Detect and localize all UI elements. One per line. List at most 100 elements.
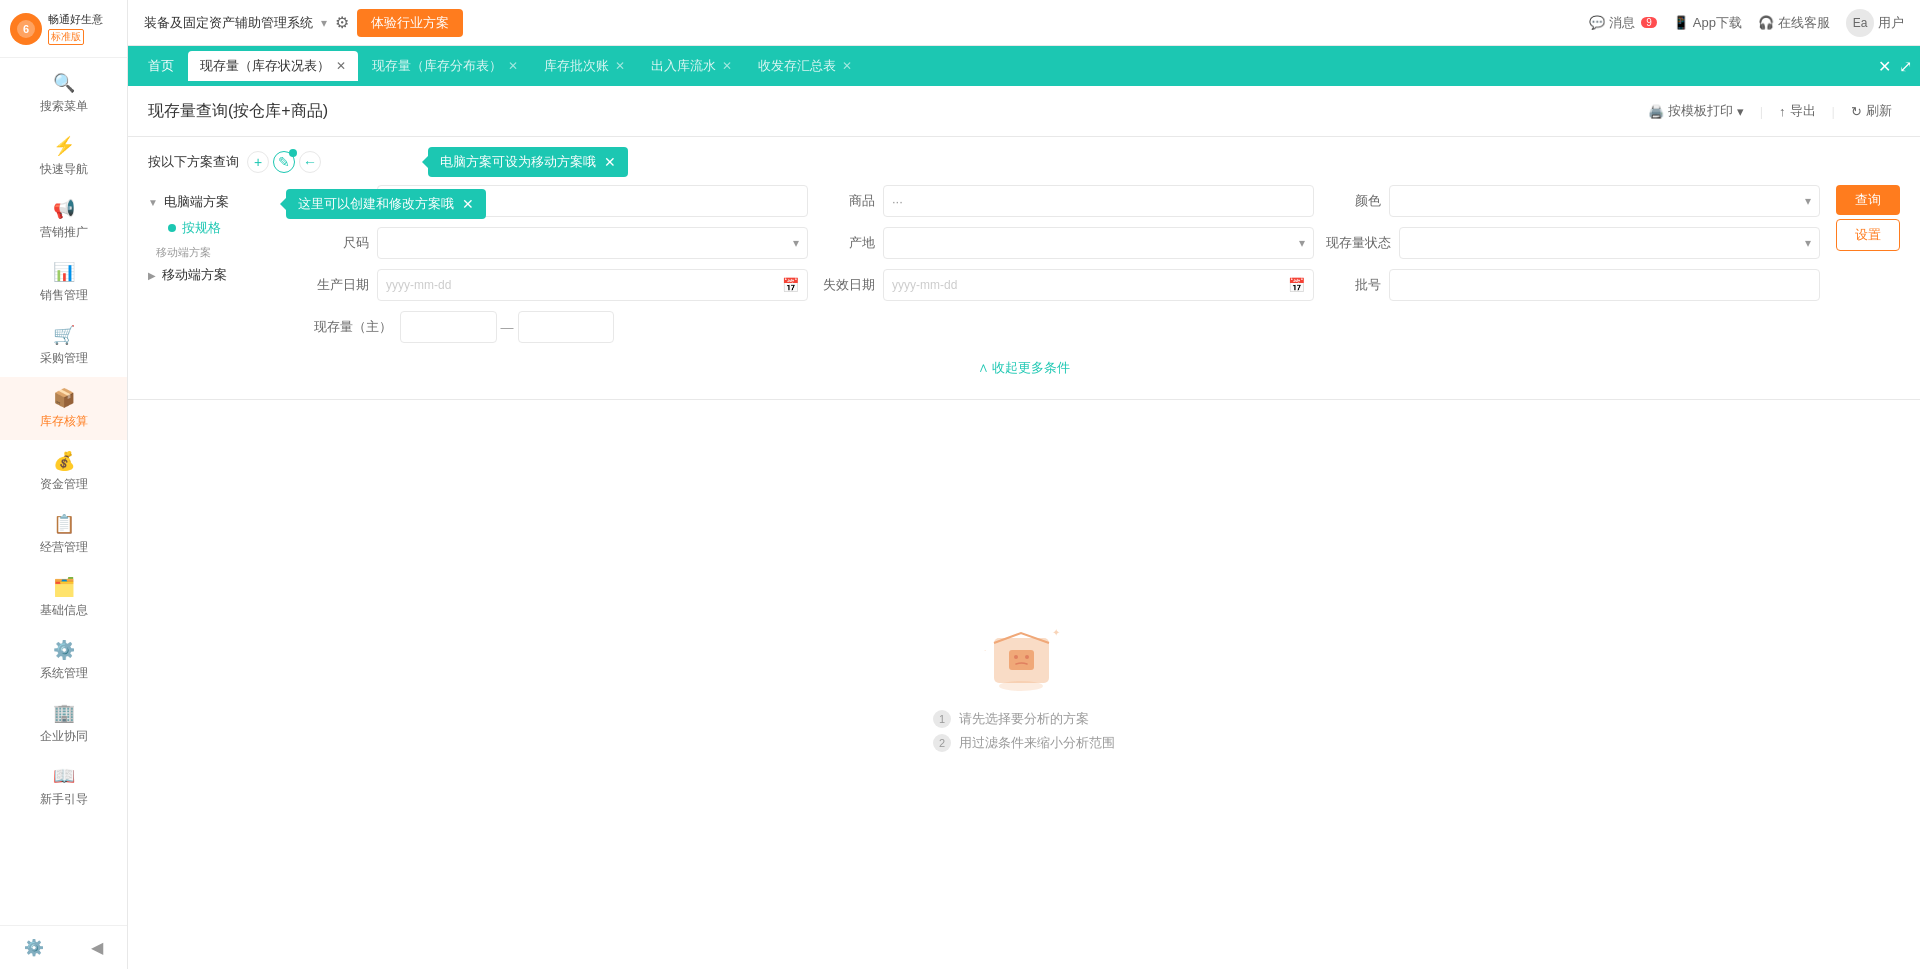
sidebar-label-guide: 新手引导 (40, 791, 88, 808)
collapse-bar[interactable]: ∧ 收起更多条件 (148, 351, 1900, 385)
message-icon: 💬 (1589, 15, 1605, 30)
tab-close-batch-account[interactable]: ✕ (615, 59, 625, 73)
svg-text:6: 6 (23, 23, 29, 35)
input-inv-qty-min[interactable] (400, 311, 497, 343)
tab-inventory-status[interactable]: 现存量（库存状况表） ✕ (188, 51, 358, 81)
schema-tooltip: 电脑方案可设为移动方案哦 ✕ (428, 147, 628, 177)
filter-actions: + ✎ ← (247, 151, 321, 173)
input-expire-date[interactable]: yyyy-mm-dd 📅 (883, 269, 1314, 301)
filter-row-3: 生产日期 yyyy-mm-dd 📅 失效日期 yyyy-mm-dd (314, 269, 1820, 301)
message-badge: 9 (1641, 17, 1657, 28)
produce-date-placeholder: yyyy-mm-dd (386, 278, 451, 292)
topbar-right: 💬 消息 9 📱 App下载 🎧 在线客服 Ea 用户 (1589, 9, 1904, 37)
online-service-btn[interactable]: 🎧 在线客服 (1758, 14, 1830, 32)
add-schema-btn[interactable]: + (247, 151, 269, 173)
sidebar-item-guide[interactable]: 📖 新手引导 (0, 755, 127, 818)
chevron-down-size: ▾ (793, 236, 799, 250)
tab-close-collect-summary[interactable]: ✕ (842, 59, 852, 73)
tab-expand-icon[interactable]: ⤢ (1899, 57, 1912, 76)
sidebar-item-marketing[interactable]: 📢 营销推广 (0, 188, 127, 251)
tab-collect-summary[interactable]: 收发存汇总表 ✕ (746, 51, 864, 81)
sidebar-label-purchase: 采购管理 (40, 350, 88, 367)
sidebar-label-enterprise: 企业协同 (40, 728, 88, 745)
refresh-icon: ↻ (1851, 104, 1862, 119)
filter-batch-no: 批号 (1326, 269, 1820, 301)
sidebar-item-purchase[interactable]: 🛒 采购管理 (0, 314, 127, 377)
chart-icon: 📊 (53, 261, 75, 283)
print-label: 按模板打印 (1668, 102, 1733, 120)
sidebar-item-basic-info[interactable]: 🗂️ 基础信息 (0, 566, 127, 629)
topbar-settings-icon[interactable]: ⚙ (335, 13, 349, 32)
set-btn[interactable]: 设置 (1836, 219, 1900, 251)
action-buttons: 查询 设置 (1836, 185, 1900, 351)
chevron-down-origin: ▾ (1299, 236, 1305, 250)
tab-batch-account[interactable]: 库存批次账 ✕ (532, 51, 637, 81)
sidebar-item-quick-nav[interactable]: ⚡ 快速导航 (0, 125, 127, 188)
message-btn[interactable]: 💬 消息 9 (1589, 14, 1657, 32)
query-btn[interactable]: 查询 (1836, 185, 1900, 215)
prev-schema-btn[interactable]: ← (299, 151, 321, 173)
trial-btn[interactable]: 体验行业方案 (357, 9, 463, 37)
collapse-btn[interactable]: ◀ (91, 938, 103, 957)
sidebar-item-system[interactable]: ⚙️ 系统管理 (0, 629, 127, 692)
sidebar-item-operations[interactable]: 📋 经营管理 (0, 503, 127, 566)
tab-close-in-out-flow[interactable]: ✕ (722, 59, 732, 73)
select-color[interactable]: ▾ (1389, 185, 1820, 217)
sidebar-item-enterprise[interactable]: 🏢 企业协同 (0, 692, 127, 755)
divider1: | (1760, 104, 1763, 119)
svg-point-6 (999, 681, 1043, 691)
sidebar-item-inventory[interactable]: 📦 库存核算 (0, 377, 127, 440)
filter-row-2: 尺码 ▾ 产地 ▾ (314, 227, 1820, 259)
schema-desktop-child-label: 按规格 (182, 219, 221, 237)
filter-top: 按以下方案查询 + ✎ ← (148, 151, 1900, 173)
clipboard-icon: 📋 (53, 513, 75, 535)
sidebar-item-finance[interactable]: 💰 资金管理 (0, 440, 127, 503)
app-download-label: App下载 (1693, 14, 1742, 32)
input-batch-no[interactable] (1389, 269, 1820, 301)
refresh-label: 刷新 (1866, 102, 1892, 120)
topbar-dropdown-arrow[interactable]: ▾ (321, 16, 327, 30)
schema-mobile-group[interactable]: ▶ 移动端方案 (148, 262, 298, 288)
print-btn[interactable]: 🖨️ 按模板打印 ▾ (1640, 98, 1752, 124)
select-origin[interactable]: ▾ (883, 227, 1314, 259)
input-inv-qty-max[interactable] (518, 311, 615, 343)
tab-controls: ✕ ⤢ (1878, 57, 1912, 76)
empty-tip-1: 1 请先选择要分析的方案 (933, 710, 1115, 728)
tip-text-2: 用过滤条件来缩小分析范围 (959, 734, 1115, 752)
input-produce-date[interactable]: yyyy-mm-dd 📅 (377, 269, 808, 301)
label-product: 商品 (820, 192, 875, 210)
refresh-btn[interactable]: ↻ 刷新 (1843, 98, 1900, 124)
tree-dot-active (168, 224, 176, 232)
sidebar-item-sales[interactable]: 📊 销售管理 (0, 251, 127, 314)
export-btn[interactable]: ↑ 导出 (1771, 98, 1824, 124)
app-download-btn[interactable]: 📱 App下载 (1673, 14, 1742, 32)
filter-row-1: 仓库 ··· 商品 ··· (314, 185, 1820, 217)
select-inv-status[interactable]: ▾ (1399, 227, 1820, 259)
sidebar-item-search[interactable]: 🔍 搜索菜单 (0, 62, 127, 125)
tab-in-out-flow[interactable]: 出入库流水 ✕ (639, 51, 744, 81)
tab-close-inventory-dist[interactable]: ✕ (508, 59, 518, 73)
collapse-icon: ∧ (978, 360, 989, 375)
schema-edit-tooltip-close[interactable]: ✕ (462, 196, 474, 212)
settings-bottom-btn[interactable]: ⚙️ (24, 938, 44, 957)
schema-desktop-group[interactable]: ▼ 电脑端方案 (148, 189, 298, 215)
label-size: 尺码 (314, 234, 369, 252)
select-product[interactable]: ··· (883, 185, 1314, 217)
user-btn[interactable]: Ea 用户 (1846, 9, 1904, 37)
tip-num-1: 1 (933, 710, 951, 728)
tab-home[interactable]: 首页 (136, 51, 186, 81)
tab-inventory-dist[interactable]: 现存量（库存分布表） ✕ (360, 51, 530, 81)
logo-text: 畅通好生意 标准版 (48, 12, 103, 45)
label-origin: 产地 (820, 234, 875, 252)
filter-row-4: 现存量（主） — (314, 311, 1820, 343)
money-icon: 💰 (53, 450, 75, 472)
edit-schema-btn[interactable]: ✎ (273, 151, 295, 173)
tab-close-all-icon[interactable]: ✕ (1878, 57, 1891, 76)
select-size[interactable]: ▾ (377, 227, 808, 259)
schema-tooltip-close[interactable]: ✕ (604, 154, 616, 170)
empty-tip-2: 2 用过滤条件来缩小分析范围 (933, 734, 1115, 752)
schema-desktop-child[interactable]: 按规格 (148, 215, 298, 241)
online-service-label: 在线客服 (1778, 14, 1830, 32)
range-dash: — (501, 320, 514, 335)
tab-close-inventory-status[interactable]: ✕ (336, 59, 346, 73)
